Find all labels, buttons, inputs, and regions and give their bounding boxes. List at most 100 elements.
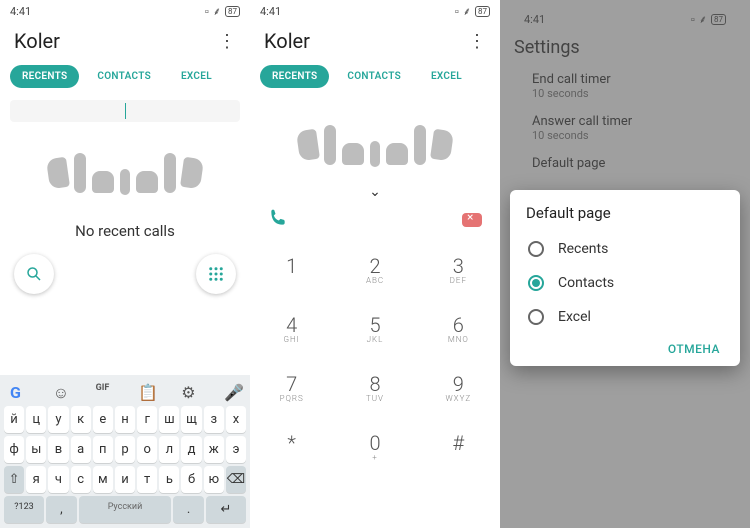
tab-recents[interactable]: RECENTS	[260, 65, 329, 88]
key-м[interactable]: м	[93, 466, 113, 493]
overflow-menu-icon[interactable]: ⋮	[218, 31, 236, 52]
radio-option-recents[interactable]: Recents	[526, 232, 724, 266]
tab-excel[interactable]: EXCEL	[169, 65, 224, 88]
key-о[interactable]: о	[137, 436, 157, 463]
google-icon[interactable]: G	[10, 383, 26, 399]
collapse-chevron-icon[interactable]: ⌄	[250, 184, 500, 200]
key-ь[interactable]: ь	[159, 466, 179, 493]
empty-illustration	[0, 138, 250, 208]
key-щ[interactable]: щ	[181, 406, 201, 433]
radio-label: Recents	[558, 241, 608, 257]
dialkey-6[interactable]: 6MNO	[417, 299, 500, 358]
dialkey-2[interactable]: 2ABC	[333, 240, 416, 299]
dialkey-3[interactable]: 3DEF	[417, 240, 500, 299]
key-ф[interactable]: ф	[4, 436, 24, 463]
screen-recents: 4:41 ▫ ⸙ 87 Koler ⋮ RECENTS CONTACTS EXC…	[0, 0, 250, 528]
status-right: ▫ ⸙ 87	[205, 4, 240, 19]
tabs: RECENTS CONTACTS EXCEL	[0, 59, 250, 94]
key-э[interactable]: э	[226, 436, 246, 463]
search-strip[interactable]	[10, 100, 240, 122]
default-page-dialog: Default page Recents Contacts Excel ОТМЕНА	[510, 190, 740, 366]
key-г[interactable]: г	[137, 406, 157, 433]
call-button[interactable]	[268, 208, 288, 232]
soft-keyboard: G ☺ GIF 📋 ⚙ 🎤 йцукенгшщзх фывапролджэ ⇧я…	[0, 375, 250, 528]
dialkey-#[interactable]: #	[417, 417, 500, 476]
battery-icon: 87	[475, 6, 490, 17]
radio-icon	[528, 309, 544, 325]
radio-label: Excel	[558, 309, 591, 325]
wifi-icon: ⸙	[213, 4, 221, 19]
radio-option-excel[interactable]: Excel	[526, 300, 724, 334]
key-й[interactable]: й	[4, 406, 24, 433]
key-у[interactable]: у	[48, 406, 68, 433]
tab-recents[interactable]: RECENTS	[10, 65, 79, 88]
dialpad-button[interactable]	[196, 254, 236, 294]
screen-dialpad: 4:41 ▫ ⸙ 87 Koler ⋮ RECENTS CONTACTS EXC…	[250, 0, 500, 528]
keyboard-row-2: фывапролджэ	[4, 436, 246, 463]
radio-icon	[528, 275, 544, 291]
dialkey-4[interactable]: 4GHI	[250, 299, 333, 358]
clipboard-icon[interactable]: 📋	[138, 383, 154, 399]
key-ж[interactable]: ж	[204, 436, 224, 463]
key-ч[interactable]: ч	[48, 466, 68, 493]
key-shift[interactable]: ⇧	[4, 466, 24, 493]
key-backspace[interactable]: ⌫	[226, 466, 246, 493]
key-comma[interactable]: ,	[46, 496, 77, 523]
tab-contacts[interactable]: CONTACTS	[335, 65, 413, 88]
search-button[interactable]	[14, 254, 54, 294]
key-ю[interactable]: ю	[204, 466, 224, 493]
radio-option-contacts[interactable]: Contacts	[526, 266, 724, 300]
key-ы[interactable]: ы	[26, 436, 46, 463]
dialkey-0[interactable]: 0+	[333, 417, 416, 476]
dialog-cancel-button[interactable]: ОТМЕНА	[526, 334, 724, 358]
keyboard-row-4: ?123 , Русский . ↵	[4, 496, 246, 523]
key-я[interactable]: я	[26, 466, 46, 493]
dialkey-8[interactable]: 8TUV	[333, 358, 416, 417]
signal-icon: ▫	[205, 5, 209, 18]
gif-icon[interactable]: GIF	[96, 383, 112, 399]
radio-icon	[528, 241, 544, 257]
dialkey-*[interactable]: *	[250, 417, 333, 476]
key-н[interactable]: н	[115, 406, 135, 433]
key-х[interactable]: х	[226, 406, 246, 433]
key-д[interactable]: д	[181, 436, 201, 463]
dialkey-9[interactable]: 9WXYZ	[417, 358, 500, 417]
dialkey-5[interactable]: 5JKL	[333, 299, 416, 358]
tab-excel[interactable]: EXCEL	[419, 65, 474, 88]
radio-label: Contacts	[558, 275, 614, 291]
sticker-icon[interactable]: ☺	[53, 383, 69, 399]
tab-contacts[interactable]: CONTACTS	[85, 65, 163, 88]
key-е[interactable]: е	[93, 406, 113, 433]
key-space[interactable]: Русский	[79, 496, 171, 523]
settings-icon[interactable]: ⚙	[181, 383, 197, 399]
phone-icon	[268, 208, 288, 228]
key-enter[interactable]: ↵	[206, 496, 246, 523]
key-symbols[interactable]: ?123	[4, 496, 44, 523]
key-с[interactable]: с	[71, 466, 91, 493]
key-ц[interactable]: ц	[26, 406, 46, 433]
key-и[interactable]: и	[115, 466, 135, 493]
overflow-menu-icon[interactable]: ⋮	[468, 31, 486, 52]
status-bar: 4:41 ▫ ⸙ 87	[250, 0, 500, 23]
key-ш[interactable]: ш	[159, 406, 179, 433]
dialog-title: Default page	[526, 204, 724, 222]
key-л[interactable]: л	[159, 436, 179, 463]
key-р[interactable]: р	[115, 436, 135, 463]
key-т[interactable]: т	[137, 466, 157, 493]
key-з[interactable]: з	[204, 406, 224, 433]
app-title: Koler	[14, 29, 60, 53]
dialkey-7[interactable]: 7PQRS	[250, 358, 333, 417]
keyboard-row-3: ⇧ячсмитьбю⌫	[4, 466, 246, 493]
dialkey-1[interactable]: 1	[250, 240, 333, 299]
key-б[interactable]: б	[181, 466, 201, 493]
backspace-button[interactable]	[462, 213, 482, 227]
key-dot[interactable]: .	[173, 496, 204, 523]
dialpad-icon	[207, 265, 225, 283]
status-time: 4:41	[260, 5, 281, 18]
key-а[interactable]: а	[71, 436, 91, 463]
mic-icon[interactable]: 🎤	[224, 383, 240, 399]
key-п[interactable]: п	[93, 436, 113, 463]
screen-settings: 4:41 ▫ ⸙ 87 Settings End call timer10 se…	[500, 0, 750, 528]
key-в[interactable]: в	[48, 436, 68, 463]
key-к[interactable]: к	[71, 406, 91, 433]
